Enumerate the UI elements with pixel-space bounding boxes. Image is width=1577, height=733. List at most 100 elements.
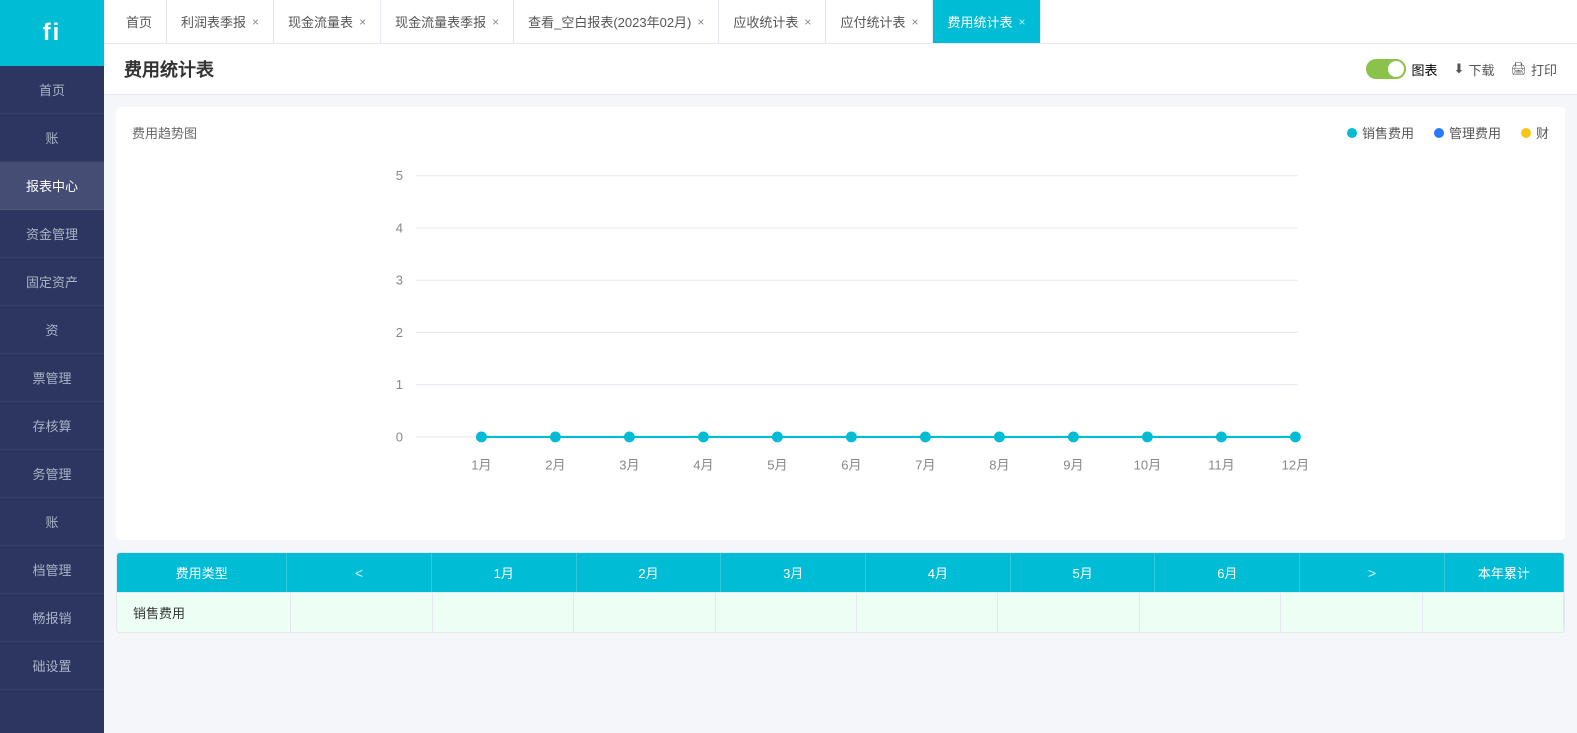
chart-toggle-label: 图表: [1412, 60, 1438, 79]
chart-section: 费用趋势图 销售费用 管理费用 财: [116, 107, 1565, 540]
svg-text:0: 0: [396, 429, 403, 444]
col-header-m6: 6月: [1155, 553, 1300, 592]
svg-text:1月: 1月: [471, 458, 491, 473]
col-ytd-label: 本年累计: [1478, 563, 1530, 582]
col-header-ytd: 本年累计: [1445, 553, 1564, 592]
row-type-cell: 销售费用: [117, 593, 291, 632]
legend-sales: 销售费用: [1347, 123, 1414, 142]
chart-toggle[interactable]: [1366, 59, 1406, 79]
col-header-type: 费用类型: [117, 553, 287, 592]
svg-text:2: 2: [396, 325, 403, 340]
legend-label-sales: 销售费用: [1362, 123, 1414, 142]
data-point: [1290, 432, 1301, 443]
table-section: 费用类型 < 1月 2月 3月 4月 5月: [116, 552, 1565, 633]
tab-expense[interactable]: 费用统计表 ×: [933, 0, 1040, 44]
row-m3-cell: [716, 593, 857, 632]
col-m1-label: 1月: [494, 563, 514, 582]
data-point: [698, 432, 709, 443]
col-type-label: 费用类型: [176, 563, 228, 582]
main-area: 首页 利润表季报 × 现金流量表 × 现金流量表季报 × 查看_空白报表(202…: [104, 0, 1577, 733]
row-ytd-cell: [1423, 593, 1564, 632]
print-icon: 🖨: [1510, 61, 1527, 77]
col-m6-label: 6月: [1217, 563, 1237, 582]
page-header: 费用统计表 图表 ⬇ 下载 🖨 打印: [104, 44, 1577, 95]
col-header-nav-prev[interactable]: <: [287, 553, 432, 592]
chart-title: 费用趋势图: [132, 123, 197, 142]
sidebar-item-funds[interactable]: 资金管理: [0, 210, 104, 258]
svg-text:3: 3: [396, 273, 403, 288]
row-empty-nav: [291, 593, 432, 632]
row-m1-cell: [433, 593, 574, 632]
sidebar-item-expense[interactable]: 畅报销: [0, 594, 104, 642]
svg-text:7月: 7月: [915, 458, 935, 473]
svg-text:9月: 9月: [1063, 458, 1083, 473]
page-title: 费用统计表: [124, 56, 214, 82]
data-point: [1068, 432, 1079, 443]
chart-header: 费用趋势图 销售费用 管理费用 财: [132, 123, 1549, 142]
svg-text:12月: 12月: [1282, 458, 1310, 473]
close-icon[interactable]: ×: [492, 15, 499, 29]
close-icon[interactable]: ×: [359, 15, 366, 29]
tab-profit-quarterly[interactable]: 利润表季报 ×: [167, 0, 274, 44]
sidebar-item-invoice[interactable]: 票管理: [0, 354, 104, 402]
col-m3-label: 3月: [783, 563, 803, 582]
sidebar-item-service[interactable]: 务管理: [0, 450, 104, 498]
data-point: [920, 432, 931, 443]
sidebar-item-capital[interactable]: 资: [0, 306, 104, 354]
row-m5-cell: [998, 593, 1139, 632]
chart-legend: 销售费用 管理费用 财: [1347, 123, 1549, 142]
chart-toggle-wrap: 图表: [1366, 59, 1438, 79]
data-point: [772, 432, 783, 443]
sidebar: fi 首页 账 报表中心 资金管理 固定资产 资 票管理 存核算 务管理 账 档…: [0, 0, 104, 733]
col-header-m5: 5月: [1011, 553, 1156, 592]
close-icon[interactable]: ×: [252, 15, 259, 29]
sidebar-item-archive[interactable]: 档管理: [0, 546, 104, 594]
svg-text:8月: 8月: [989, 458, 1009, 473]
sidebar-item-assets[interactable]: 固定资产: [0, 258, 104, 306]
legend-dot-admin: [1434, 128, 1444, 138]
tab-payable[interactable]: 应付统计表 ×: [826, 0, 933, 44]
row-m4-cell: [857, 593, 998, 632]
svg-text:6月: 6月: [841, 458, 861, 473]
svg-text:4: 4: [396, 220, 403, 235]
legend-label-finance: 财: [1536, 123, 1549, 142]
tab-home[interactable]: 首页: [112, 0, 167, 44]
legend-label-admin: 管理费用: [1449, 123, 1501, 142]
sidebar-item-home[interactable]: 首页: [0, 66, 104, 114]
svg-text:10月: 10月: [1134, 458, 1162, 473]
sidebar-item-inventory[interactable]: 存核算: [0, 402, 104, 450]
print-button[interactable]: 🖨 打印: [1510, 60, 1557, 79]
sidebar-item-reports[interactable]: 报表中心: [0, 162, 104, 210]
svg-text:5月: 5月: [767, 458, 787, 473]
app-logo: fi: [0, 0, 104, 66]
table-row: 销售费用: [117, 592, 1564, 632]
sidebar-item-settings[interactable]: 础设置: [0, 642, 104, 690]
close-icon[interactable]: ×: [1018, 15, 1025, 29]
tab-receivable[interactable]: 应收统计表 ×: [719, 0, 826, 44]
close-icon[interactable]: ×: [911, 15, 918, 29]
sidebar-item-ledger[interactable]: 账: [0, 498, 104, 546]
prev-arrow-icon[interactable]: <: [355, 565, 363, 581]
next-arrow-icon[interactable]: >: [1368, 565, 1376, 581]
chart-container: 5 4 3 2 1 0: [132, 154, 1549, 524]
download-button[interactable]: ⬇ 下载: [1454, 60, 1495, 79]
row-m6-cell: [1140, 593, 1281, 632]
col-m4-label: 4月: [928, 563, 948, 582]
sidebar-item-account[interactable]: 账: [0, 114, 104, 162]
data-point: [846, 432, 857, 443]
col-header-nav-next[interactable]: >: [1300, 553, 1445, 592]
row-m2-cell: [574, 593, 715, 632]
chart-svg: 5 4 3 2 1 0: [132, 154, 1549, 524]
download-icon: ⬇: [1454, 61, 1465, 77]
tab-cashflow-quarterly[interactable]: 现金流量表季报 ×: [381, 0, 514, 44]
close-icon[interactable]: ×: [804, 15, 811, 29]
tab-cashflow[interactable]: 现金流量表 ×: [274, 0, 381, 44]
svg-text:2月: 2月: [545, 458, 565, 473]
header-actions: 图表 ⬇ 下载 🖨 打印: [1366, 59, 1557, 79]
col-header-m1: 1月: [432, 553, 577, 592]
tab-blank-report[interactable]: 查看_空白报表(2023年02月) ×: [514, 0, 719, 44]
close-icon[interactable]: ×: [697, 15, 704, 29]
content-area: 费用统计表 图表 ⬇ 下载 🖨 打印 费用趋势图: [104, 44, 1577, 733]
svg-text:1: 1: [396, 377, 403, 392]
data-point: [476, 432, 487, 443]
